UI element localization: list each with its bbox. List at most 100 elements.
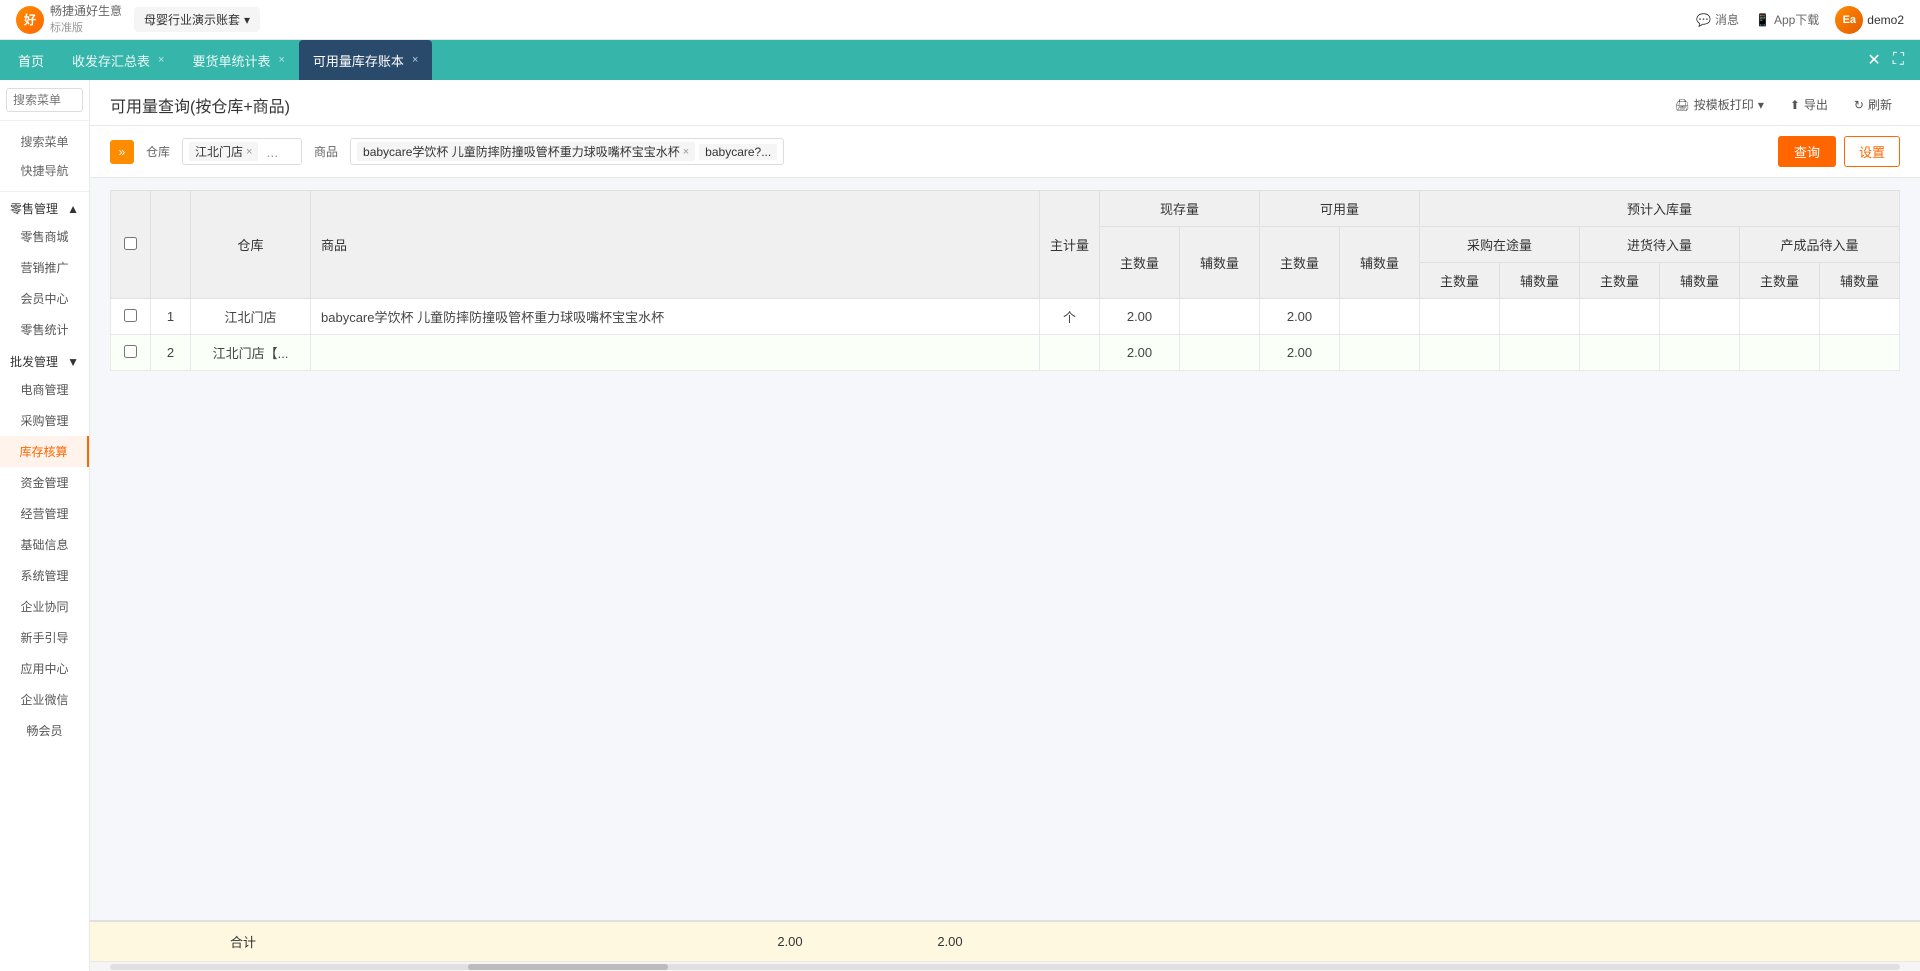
tab-receive-pay[interactable]: 收发存汇总表 × — [58, 40, 178, 80]
scrollbar-thumb[interactable] — [468, 964, 668, 970]
sidebar-item-member[interactable]: 会员中心 — [0, 283, 89, 314]
row-2-avail-aux — [1340, 335, 1420, 371]
maximize-icon[interactable]: ⛶ — [1889, 47, 1908, 73]
sidebar-group-retail-icon: ▲ — [67, 202, 79, 216]
row-2-warehouse: 江北门店【... — [191, 335, 311, 371]
sidebar-item-purchase[interactable]: 采购管理 — [0, 405, 89, 436]
row-2-purchase-main — [1420, 335, 1500, 371]
header-right: 💬 消息 📱 App下载 Ea demo2 — [1696, 6, 1904, 34]
sidebar-group-wholesale-label: 批发管理 — [10, 353, 58, 370]
tab-available-stock-close[interactable]: × — [412, 54, 418, 66]
row-2-production-main — [1740, 335, 1820, 371]
logo-text-block: 畅捷通好生意 标准版 — [50, 4, 122, 36]
tab-home-label: 首页 — [18, 51, 44, 70]
app-download-action[interactable]: 📱 App下载 — [1755, 11, 1819, 28]
th-purchase: 采购在途量 — [1420, 227, 1580, 263]
tab-receive-pay-close[interactable]: × — [158, 54, 164, 66]
product-label: 商品 — [314, 143, 338, 160]
query-button[interactable]: 查询 — [1778, 136, 1836, 167]
filter-actions: 查询 设置 — [1778, 136, 1900, 167]
footer-avail-main: 2.00 — [910, 934, 990, 949]
th-avail-main: 主数量 — [1260, 227, 1340, 299]
sidebar-item-new-guide[interactable]: 新手引导 — [0, 622, 89, 653]
product-filter[interactable]: babycare学饮杯 儿童防摔防撞吸管杯重力球吸嘴杯宝宝水杯 × babyca… — [350, 138, 784, 165]
sidebar-item-app-center[interactable]: 应用中心 — [0, 653, 89, 684]
sidebar-item-marketing[interactable]: 营销推广 — [0, 252, 89, 283]
user-area[interactable]: Ea demo2 — [1835, 6, 1904, 34]
row-1-incoming-main — [1580, 299, 1660, 335]
export-action[interactable]: ⬆ 导出 — [1782, 92, 1836, 117]
row-2-checkbox[interactable] — [111, 335, 151, 371]
horizontal-scrollbar[interactable] — [90, 961, 1920, 971]
page-actions: 🖨 按模板打印 ▾ ⬆ 导出 ↻ 刷新 — [1667, 92, 1900, 117]
row-1-incoming-aux — [1660, 299, 1740, 335]
sidebar-item-retail-shop[interactable]: 零售商城 — [0, 221, 89, 252]
sidebar-item-vip[interactable]: 畅会员 — [0, 715, 89, 746]
sidebar-item-operations[interactable]: 经营管理 — [0, 498, 89, 529]
sidebar-item-inventory[interactable]: 库存核算 — [0, 436, 89, 467]
tab-order-stats[interactable]: 要货单统计表 × — [178, 40, 298, 80]
footer-stock-aux — [830, 934, 910, 949]
warehouse-label: 仓库 — [146, 143, 170, 160]
th-avail-aux: 辅数量 — [1340, 227, 1420, 299]
row-2-stock-main: 2.00 — [1100, 335, 1180, 371]
row-1-production-main — [1740, 299, 1820, 335]
th-purchase-main: 主数量 — [1420, 263, 1500, 299]
export-icon: ⬆ — [1790, 98, 1800, 112]
sidebar-group-wholesale[interactable]: 批发管理 ▼ — [0, 345, 89, 374]
sidebar-group-retail[interactable]: 零售管理 ▲ — [0, 192, 89, 221]
warehouse-tag-1-close[interactable]: × — [246, 146, 252, 158]
refresh-action[interactable]: ↻ 刷新 — [1846, 92, 1900, 117]
tab-home[interactable]: 首页 — [4, 40, 58, 80]
row-1-warehouse: 江北门店 — [191, 299, 311, 335]
warehouse-more-dots: ... — [262, 144, 282, 160]
export-label: 导出 — [1804, 96, 1828, 113]
tab-available-stock[interactable]: 可用量库存账本 × — [299, 40, 432, 80]
sidebar-item-quick-nav[interactable]: 快捷导航 — [0, 156, 89, 185]
settings-button[interactable]: 设置 — [1844, 136, 1900, 167]
row-1-checkbox[interactable] — [111, 299, 151, 335]
industry-selector[interactable]: 母婴行业演示账套 ▾ — [134, 7, 260, 32]
user-name: demo2 — [1867, 13, 1904, 27]
search-input[interactable] — [6, 88, 83, 112]
th-production: 产成品待入量 — [1740, 227, 1900, 263]
sidebar-item-ecommerce[interactable]: 电商管理 — [0, 374, 89, 405]
warehouse-tag-1: 江北门店 × — [189, 142, 258, 161]
sidebar-item-finance[interactable]: 资金管理 — [0, 467, 89, 498]
row-1-avail-aux — [1340, 299, 1420, 335]
message-action[interactable]: 💬 消息 — [1696, 11, 1739, 28]
refresh-icon: ↻ — [1854, 98, 1864, 112]
print-label: 按模板打印 — [1694, 96, 1754, 113]
select-all-checkbox[interactable] — [124, 237, 137, 250]
product-tag-2-label: babycare?... — [705, 145, 771, 159]
product-tag-1-label: babycare学饮杯 儿童防摔防撞吸管杯重力球吸嘴杯宝宝水杯 — [363, 143, 680, 160]
th-production-aux: 辅数量 — [1820, 263, 1900, 299]
table-area: 仓库 商品 主计量 现存量 可用量 预计入库量 主数量 辅数量 主数量 辅数量 … — [90, 178, 1920, 920]
row-1-product: babycare学饮杯 儿童防摔防撞吸管杯重力球吸嘴杯宝宝水杯 — [311, 299, 1040, 335]
logo-subtext: 标准版 — [50, 19, 122, 35]
tab-bar: 首页 收发存汇总表 × 要货单统计表 × 可用量库存账本 × ✕ ⛶ — [0, 40, 1920, 80]
warehouse-tag-1-label: 江北门店 — [195, 143, 243, 160]
chevron-down-icon-print: ▾ — [1758, 98, 1764, 112]
tab-bar-right: ✕ ⛶ — [1863, 40, 1916, 80]
print-action[interactable]: 🖨 按模板打印 ▾ — [1667, 92, 1772, 117]
header-left: 好 畅捷通好生意 标准版 母婴行业演示账套 ▾ — [16, 4, 260, 36]
sidebar-item-basic-info[interactable]: 基础信息 — [0, 529, 89, 560]
warehouse-filter[interactable]: 江北门店 × ... — [182, 138, 302, 165]
footer-stock-main: 2.00 — [750, 934, 830, 949]
sidebar-item-search-menu[interactable]: 搜索菜单 — [0, 127, 89, 156]
th-warehouse: 仓库 — [191, 191, 311, 299]
row-2-unit — [1039, 335, 1099, 371]
expand-icon: » — [119, 145, 126, 159]
sidebar-item-enterprise-wechat[interactable]: 企业微信 — [0, 684, 89, 715]
sidebar-item-system[interactable]: 系统管理 — [0, 560, 89, 591]
product-tag-1-close[interactable]: × — [683, 146, 689, 158]
message-icon: 💬 — [1696, 13, 1711, 27]
sidebar-item-retail-stats[interactable]: 零售统计 — [0, 314, 89, 345]
tab-order-stats-close[interactable]: × — [278, 54, 284, 66]
th-checkbox[interactable] — [111, 191, 151, 299]
filter-expand-btn[interactable]: » — [110, 140, 134, 164]
content-area: 可用量查询(按仓库+商品) 🖨 按模板打印 ▾ ⬆ 导出 ↻ 刷新 — [90, 80, 1920, 971]
close-window-icon[interactable]: ✕ — [1863, 46, 1884, 74]
sidebar-item-enterprise[interactable]: 企业协同 — [0, 591, 89, 622]
